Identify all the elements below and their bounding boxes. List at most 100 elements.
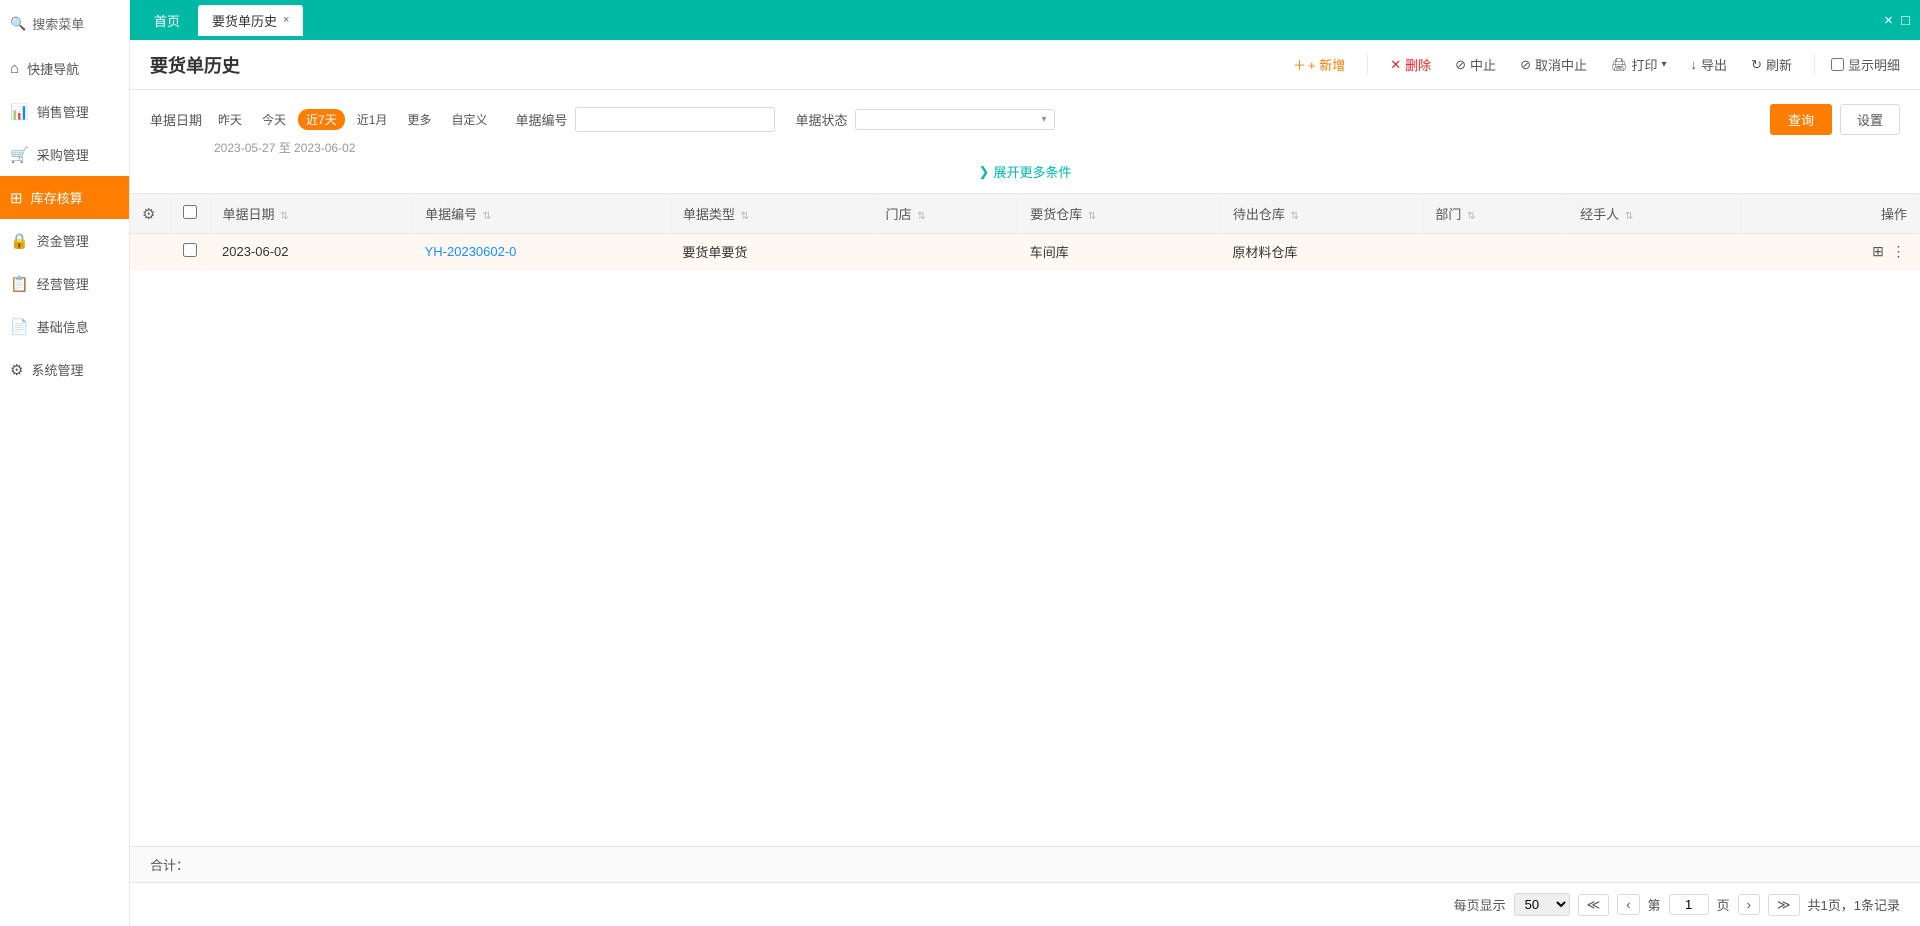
show-detail-label: 显示明细 — [1831, 55, 1900, 74]
tab-requisition-history[interactable]: 要货单历史 × — [198, 5, 303, 36]
date-pill-1month[interactable]: 近1月 — [349, 109, 396, 130]
sort-icon-handler[interactable]: ⇅ — [1625, 211, 1633, 222]
divider-2 — [1814, 55, 1815, 75]
sidebar-item-quick-nav[interactable]: ⌂ 快捷导航 — [0, 47, 129, 90]
th-handler-label: 经手人 — [1580, 207, 1619, 222]
table-row: 2023-06-02 YH-20230602-0 要货单要货 车间库 — [130, 234, 1920, 270]
doc-date-value: 2023-06-02 — [222, 244, 289, 259]
cancel-stop-button[interactable]: ⊘ 取消中止 — [1514, 51, 1593, 78]
stop-button[interactable]: ⊘ 中止 — [1449, 51, 1502, 78]
date-pill-more[interactable]: 更多 — [399, 109, 439, 130]
operation-icon: 📋 — [10, 275, 29, 293]
table-footer: 合计： — [130, 846, 1920, 882]
th-pending-warehouse: 待出仓库 ⇅ — [1220, 194, 1423, 234]
page-size-label: 每页显示 — [1454, 895, 1506, 914]
window-minimize-button[interactable]: □ — [1901, 12, 1910, 29]
sidebar-search[interactable]: 🔍 搜索菜单 — [0, 0, 129, 47]
td-doc-type: 要货单要货 — [670, 234, 873, 270]
sort-icon-doc-date[interactable]: ⇅ — [280, 211, 288, 222]
td-pending-warehouse: 原材料仓库 — [1220, 234, 1423, 270]
filter-area: 单据日期 昨天 今天 近7天 近1月 更多 自定义 单据编号 单据状态 — [130, 90, 1920, 194]
doc-status-select[interactable]: ▾ — [855, 109, 1055, 130]
show-detail-checkbox[interactable] — [1831, 58, 1844, 71]
prev-page-button[interactable]: ‹ — [1617, 894, 1639, 915]
refresh-button[interactable]: ↻ 刷新 — [1745, 51, 1798, 78]
th-checkbox — [170, 194, 210, 234]
sidebar-item-label: 经营管理 — [37, 274, 89, 293]
search-icon: 🔍 — [10, 16, 26, 32]
more-action-icon[interactable]: ⋮ — [1892, 243, 1906, 259]
td-setting — [130, 234, 170, 270]
page-number-input[interactable] — [1669, 894, 1709, 915]
sort-icon-department[interactable]: ⇅ — [1467, 211, 1475, 222]
sidebar-item-basic[interactable]: 📄 基础信息 — [0, 305, 129, 348]
sort-icon-doc-type[interactable]: ⇅ — [740, 211, 748, 222]
td-checkbox — [170, 234, 210, 270]
settings-button[interactable]: 设置 — [1840, 104, 1900, 135]
expand-more-button[interactable]: ❯ 展开更多条件 — [979, 162, 1072, 181]
sort-icon-doc-number[interactable]: ⇅ — [483, 211, 491, 222]
sidebar-item-label: 采购管理 — [37, 145, 89, 164]
divider-1 — [1367, 55, 1368, 75]
sidebar-item-sales[interactable]: 📊 销售管理 — [0, 90, 129, 133]
last-page-button[interactable]: ≫ — [1768, 894, 1800, 916]
new-button[interactable]: ＋ + 新增 — [1287, 51, 1351, 78]
sort-icon-store[interactable]: ⇅ — [917, 211, 925, 222]
purchase-icon: 🛒 — [10, 146, 29, 164]
stop-icon: ⊘ — [1455, 57, 1466, 73]
table-header-row: ⚙ 单据日期 ⇅ 单据编号 ⇅ 单据类型 ⇅ — [130, 194, 1920, 234]
doc-status-filter-group: 单据状态 ▾ — [795, 109, 1055, 130]
pagination-bar: 每页显示 10 20 50 100 ≪ ‹ 第 页 › ≫ 共1页，1条记录 — [130, 882, 1920, 926]
th-handler: 经手人 ⇅ — [1568, 194, 1742, 234]
date-range-text: 2023-05-27 至 2023-06-02 — [214, 141, 355, 155]
row-checkbox[interactable] — [183, 243, 197, 257]
th-setting: ⚙ — [130, 194, 170, 234]
first-page-button[interactable]: ≪ — [1578, 894, 1610, 916]
date-pill-yesterday[interactable]: 昨天 — [210, 109, 250, 130]
td-req-warehouse: 车间库 — [1018, 234, 1221, 270]
chevron-down-icon: ▾ — [1041, 114, 1046, 125]
doc-number-link[interactable]: YH-20230602-0 — [425, 244, 517, 259]
summary-label: 合计： — [150, 855, 189, 874]
window-close-button[interactable]: × — [1884, 12, 1893, 29]
header-actions: ＋ + 新增 ✕ 删除 ⊘ 中止 ⊘ 取消中止 🖨 打印 ▾ ↓ — [1287, 51, 1900, 78]
sidebar-item-system[interactable]: ⚙ 系统管理 — [0, 348, 129, 391]
td-actions: ⊞ ⋮ — [1741, 234, 1919, 270]
sidebar-item-label: 资金管理 — [37, 231, 89, 250]
th-doc-number: 单据编号 ⇅ — [413, 194, 671, 234]
sidebar-item-inventory[interactable]: ⊞ 库存核算 — [0, 176, 129, 219]
tab-home[interactable]: 首页 — [140, 5, 194, 36]
sidebar-item-finance[interactable]: 🔒 资金管理 — [0, 219, 129, 262]
sidebar-item-purchase[interactable]: 🛒 采购管理 — [0, 133, 129, 176]
delete-icon: ✕ — [1390, 57, 1401, 73]
next-page-button[interactable]: › — [1738, 894, 1760, 915]
doc-number-filter-group: 单据编号 — [515, 107, 775, 132]
sidebar-item-operation[interactable]: 📋 经营管理 — [0, 262, 129, 305]
sidebar-item-label: 销售管理 — [37, 102, 89, 121]
sort-icon-pending-warehouse[interactable]: ⇅ — [1290, 211, 1298, 222]
table-setting-button[interactable]: ⚙ — [142, 205, 155, 223]
sort-icon-req-warehouse[interactable]: ⇅ — [1088, 211, 1096, 222]
td-doc-date: 2023-06-02 — [210, 234, 413, 270]
sidebar-item-label: 快捷导航 — [27, 59, 79, 78]
date-pill-7days[interactable]: 近7天 — [298, 109, 345, 130]
delete-button[interactable]: ✕ 删除 — [1384, 51, 1437, 78]
td-doc-number: YH-20230602-0 — [413, 234, 671, 270]
date-filter-group: 单据日期 昨天 今天 近7天 近1月 更多 自定义 — [150, 109, 495, 130]
topbar-right: × □ — [1884, 12, 1910, 29]
view-action-icon[interactable]: ⊞ — [1872, 243, 1884, 259]
doc-number-input[interactable] — [575, 107, 775, 132]
date-pill-custom[interactable]: 自定义 — [443, 109, 495, 130]
date-pill-today[interactable]: 今天 — [254, 109, 294, 130]
tab-close-icon[interactable]: × — [283, 14, 289, 26]
th-store-label: 门店 — [885, 207, 911, 222]
total-info: 共1页，1条记录 — [1808, 895, 1900, 914]
query-button[interactable]: 查询 — [1770, 104, 1832, 135]
th-actions: 操作 — [1741, 194, 1919, 234]
page-size-select[interactable]: 10 20 50 100 — [1514, 893, 1570, 916]
select-all-checkbox[interactable] — [183, 205, 197, 219]
export-icon: ↓ — [1691, 57, 1698, 72]
doc-status-label: 单据状态 — [795, 110, 847, 129]
export-button[interactable]: ↓ 导出 — [1685, 51, 1734, 78]
print-button[interactable]: 🖨 打印 ▾ — [1605, 51, 1673, 78]
